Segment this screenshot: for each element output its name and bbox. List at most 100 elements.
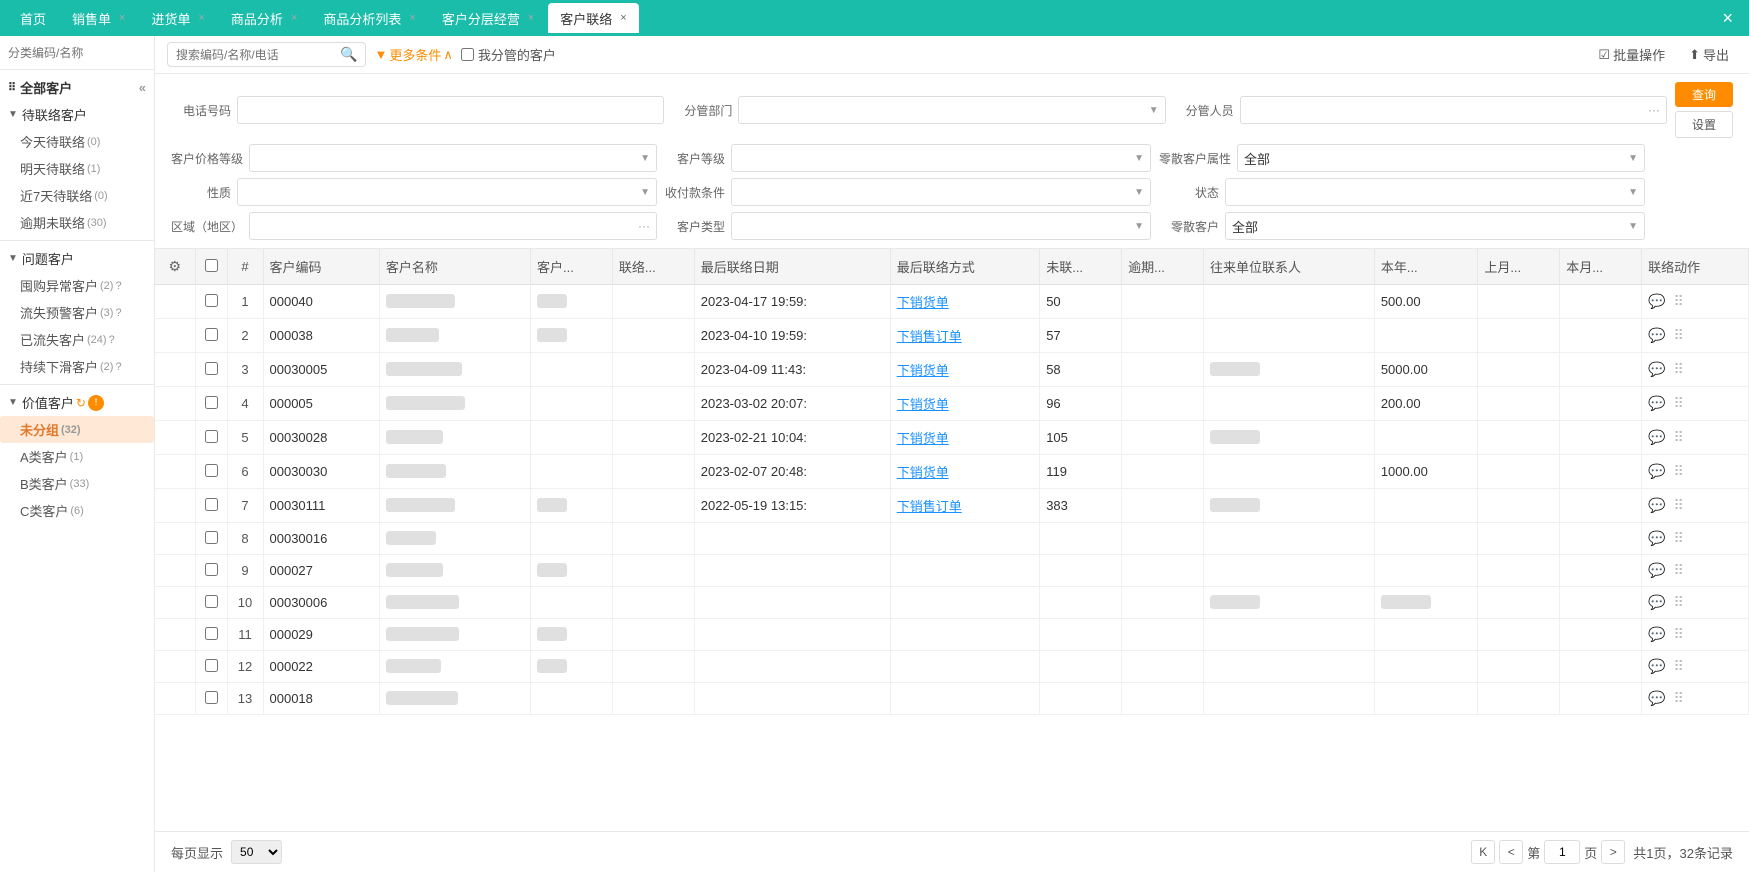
prev-page-button[interactable]: < xyxy=(1499,840,1523,864)
nav-tab-customer-tier[interactable]: 客户分层经营 × xyxy=(430,3,546,33)
row-checkbox[interactable] xyxy=(205,328,218,341)
contact-method-link[interactable]: 下销售订单 xyxy=(897,499,962,514)
nav-tab-customer-contact-close[interactable]: × xyxy=(620,12,626,24)
status-select[interactable]: ▼ xyxy=(1225,178,1645,206)
chat-icon[interactable]: 💬 xyxy=(1648,361,1665,378)
row-checkbox[interactable] xyxy=(205,362,218,375)
all-customers-label[interactable]: ⠿ 全部客户 « xyxy=(0,70,154,101)
chat-icon[interactable]: 💬 xyxy=(1648,594,1665,611)
row-checkbox[interactable] xyxy=(205,464,218,477)
contact-method-link[interactable]: 下销售订单 xyxy=(897,329,962,344)
grid-icon[interactable]: ⠿ xyxy=(1674,395,1684,412)
grid-icon[interactable]: ⠿ xyxy=(1674,463,1684,480)
grid-icon[interactable]: ⠿ xyxy=(1674,361,1684,378)
page-number-input[interactable] xyxy=(1544,840,1580,864)
nav-tab-customer-tier-close[interactable]: × xyxy=(528,12,534,24)
grid-icon[interactable]: ⠿ xyxy=(1674,658,1684,675)
chat-icon[interactable]: 💬 xyxy=(1648,293,1665,310)
contact-method-link[interactable]: 下销货单 xyxy=(897,465,949,480)
nav-tab-product-analysis-list-close[interactable]: × xyxy=(409,12,415,24)
row-checkbox[interactable] xyxy=(205,691,218,704)
chat-icon[interactable]: 💬 xyxy=(1648,497,1665,514)
chat-icon[interactable]: 💬 xyxy=(1648,690,1665,707)
sidebar-collapse-icon[interactable]: « xyxy=(139,80,146,95)
chat-icon[interactable]: 💬 xyxy=(1648,463,1665,480)
row-checkbox[interactable] xyxy=(205,595,218,608)
nav-tab-purchase[interactable]: 进货单 × xyxy=(139,3,216,33)
scatter-attr-select[interactable]: 全部 ▼ xyxy=(1237,144,1645,172)
search-button[interactable]: 查询 xyxy=(1675,82,1733,107)
grid-icon[interactable]: ⠿ xyxy=(1674,626,1684,643)
sidebar-item-classC[interactable]: C类客户 (6) xyxy=(0,497,154,524)
grid-icon[interactable]: ⠿ xyxy=(1674,293,1684,310)
gear-icon[interactable]: ⚙ xyxy=(168,258,181,274)
phone-input[interactable] xyxy=(237,96,664,124)
chat-icon[interactable]: 💬 xyxy=(1648,562,1665,579)
payment-select[interactable]: ▼ xyxy=(731,178,1151,206)
nav-tab-home[interactable]: 首页 xyxy=(8,3,58,33)
grid-icon[interactable]: ⠿ xyxy=(1674,327,1684,344)
contact-method-link[interactable]: 下销货单 xyxy=(897,431,949,446)
grid-icon[interactable]: ⠿ xyxy=(1674,690,1684,707)
sidebar-item-ungrouped[interactable]: 未分组 (32) xyxy=(0,416,154,443)
chat-icon[interactable]: 💬 xyxy=(1648,658,1665,675)
chat-icon[interactable]: 💬 xyxy=(1648,327,1665,344)
nav-tab-product-analysis[interactable]: 商品分析 × xyxy=(219,3,309,33)
row-checkbox[interactable] xyxy=(205,627,218,640)
row-checkbox[interactable] xyxy=(205,498,218,511)
reset-button[interactable]: 设置 xyxy=(1675,111,1733,138)
sidebar-item-tomorrow-pending[interactable]: 明天待联络 (1) xyxy=(0,155,154,182)
per-page-select[interactable]: 50 100 200 xyxy=(231,840,282,864)
contact-method-link[interactable]: 下销货单 xyxy=(897,295,949,310)
row-checkbox[interactable] xyxy=(205,563,218,576)
nav-tab-product-analysis-list[interactable]: 商品分析列表 × xyxy=(311,3,427,33)
row-checkbox[interactable] xyxy=(205,430,218,443)
nature-select[interactable]: ▼ xyxy=(237,178,657,206)
chat-icon[interactable]: 💬 xyxy=(1648,429,1665,446)
sidebar-item-churned[interactable]: 已流失客户 (24) ? xyxy=(0,326,154,353)
sidebar-item-overdue-contact[interactable]: 逾期未联络 (30) xyxy=(0,209,154,236)
region-dots[interactable]: ··· xyxy=(638,219,650,233)
chat-icon[interactable]: 💬 xyxy=(1648,626,1665,643)
sidebar-item-declining[interactable]: 持续下滑客户 (2) ? xyxy=(0,353,154,380)
sidebar-item-7days-pending[interactable]: 近7天待联络 (0) xyxy=(0,182,154,209)
export-button[interactable]: ⬆ 导出 xyxy=(1681,42,1737,67)
sidebar-item-classB[interactable]: B类客户 (33) xyxy=(0,470,154,497)
batch-ops-button[interactable]: ☑ 批量操作 xyxy=(1590,42,1673,67)
nav-tab-customer-contact[interactable]: 客户联络 × xyxy=(548,3,638,33)
sidebar-search-input[interactable] xyxy=(8,46,155,60)
sidebar-item-churn-warning[interactable]: 流失预警客户 (3) ? xyxy=(0,299,154,326)
nav-tab-sales[interactable]: 销售单 × xyxy=(60,3,137,33)
nav-tab-purchase-close[interactable]: × xyxy=(198,12,204,24)
sidebar-item-today-pending[interactable]: 今天待联络 (0) xyxy=(0,128,154,155)
my-customers-checkbox[interactable] xyxy=(461,48,474,61)
grid-icon[interactable]: ⠿ xyxy=(1674,594,1684,611)
grid-icon[interactable]: ⠿ xyxy=(1674,562,1684,579)
chat-icon[interactable]: 💬 xyxy=(1648,395,1665,412)
grid-icon[interactable]: ⠿ xyxy=(1674,530,1684,547)
sidebar-item-classA[interactable]: A类客户 (1) xyxy=(0,443,154,470)
window-close-button[interactable]: × xyxy=(1714,8,1741,29)
refresh-icon[interactable]: ↻ xyxy=(76,395,86,410)
group-problem-customers[interactable]: ▼ 问题客户 xyxy=(0,245,154,272)
manager-select[interactable]: ··· xyxy=(1240,96,1667,124)
customer-level-select[interactable]: ▼ xyxy=(731,144,1151,172)
select-all-checkbox[interactable] xyxy=(205,259,218,272)
row-checkbox[interactable] xyxy=(205,659,218,672)
customer-type-select[interactable]: ▼ xyxy=(731,212,1151,240)
nav-tab-product-analysis-close[interactable]: × xyxy=(291,12,297,24)
group-value-customers[interactable]: ▼ 价值客户 ↻ ! xyxy=(0,389,154,416)
region-select[interactable]: ··· xyxy=(249,212,657,240)
scatter-customer-select[interactable]: 全部 ▼ xyxy=(1225,212,1645,240)
more-conditions-btn[interactable]: ▼ 更多条件 ∧ xyxy=(374,45,452,64)
search-input[interactable] xyxy=(176,48,336,62)
next-page-button[interactable]: > xyxy=(1601,840,1625,864)
contact-method-link[interactable]: 下销货单 xyxy=(897,397,949,412)
grid-icon[interactable]: ⠿ xyxy=(1674,429,1684,446)
nav-tab-sales-close[interactable]: × xyxy=(119,12,125,24)
first-page-button[interactable]: K xyxy=(1471,840,1495,864)
dept-select[interactable]: ▼ xyxy=(738,96,1165,124)
row-checkbox[interactable] xyxy=(205,396,218,409)
group-pending-contact[interactable]: ▼ 待联络客户 xyxy=(0,101,154,128)
contact-method-link[interactable]: 下销货单 xyxy=(897,363,949,378)
